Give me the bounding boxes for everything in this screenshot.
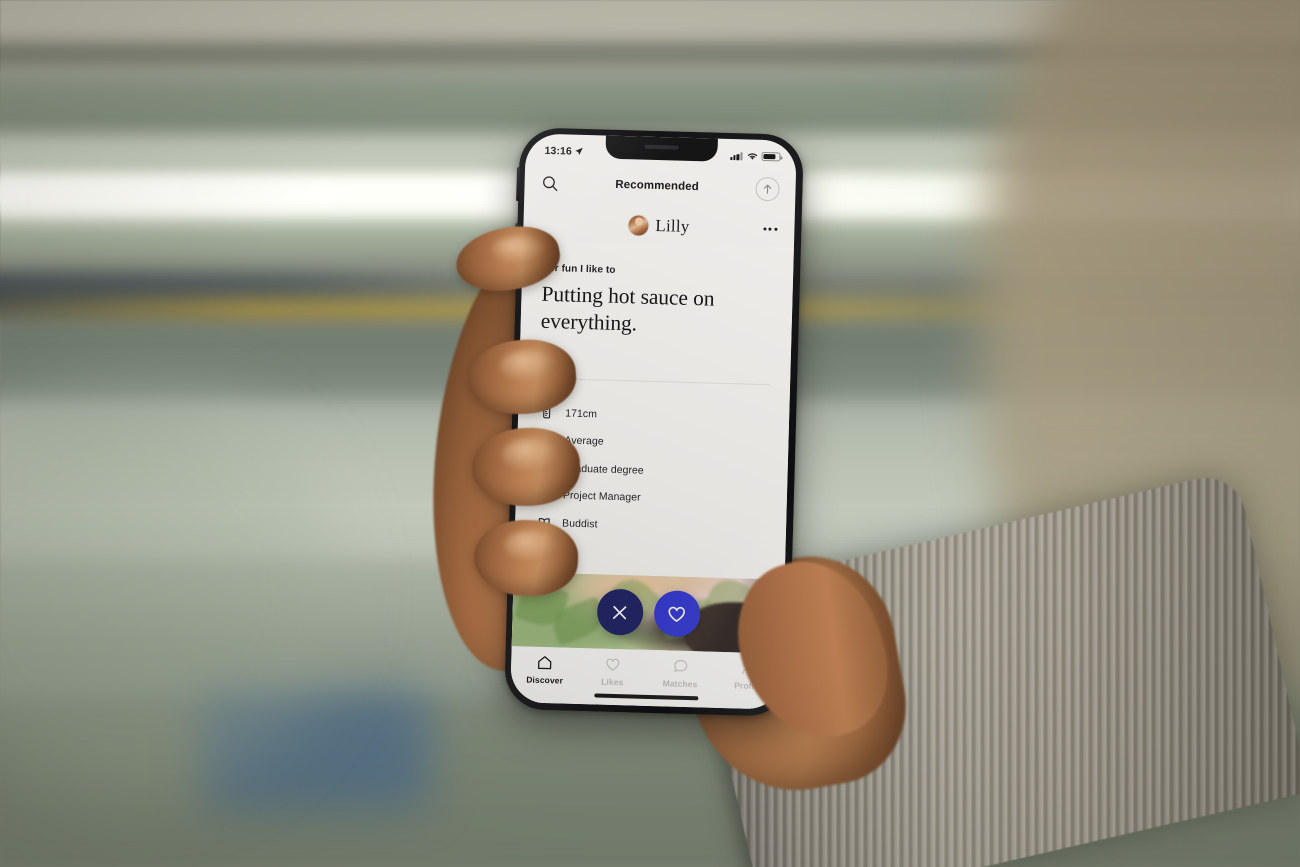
phone-notch <box>604 135 718 162</box>
earpiece-speaker <box>644 144 679 150</box>
cellular-signal-icon <box>730 151 743 161</box>
action-buttons <box>596 588 701 638</box>
avatar <box>628 215 649 236</box>
photograph-scene: 13:16 Recommended Lilly For fun I like t… <box>0 0 1300 867</box>
attribute-row-height: 171cm <box>539 405 769 426</box>
profile-name-row: Lilly <box>523 204 795 248</box>
finger-highlight <box>500 350 556 382</box>
home-icon <box>536 654 553 671</box>
status-bar-left: 13:16 <box>544 144 584 157</box>
finger-highlight <box>492 236 546 264</box>
attribute-row-job: Project Manager <box>537 488 767 509</box>
attribute-label: 171cm <box>565 407 598 421</box>
share-up-arrow-icon <box>763 184 772 194</box>
battery-icon <box>761 151 781 162</box>
attribute-row-religion: Buddist <box>536 515 766 536</box>
home-indicator[interactable] <box>593 693 698 701</box>
chat-bubble-icon <box>672 658 689 675</box>
tab-label: Likes <box>601 676 624 688</box>
status-bar-time: 13:16 <box>544 144 573 158</box>
tab-label: Matches <box>662 678 698 690</box>
tab-label: Discover <box>526 674 564 686</box>
prompt-answer: Putting hot sauce on everything. <box>540 281 715 336</box>
heart-icon <box>604 656 621 673</box>
page-title: Recommended <box>615 178 700 194</box>
prompt-label: For fun I like to <box>542 262 616 276</box>
close-x-icon <box>612 605 627 619</box>
app-bar: Recommended <box>524 160 796 212</box>
share-button[interactable] <box>755 176 780 202</box>
finger-highlight <box>502 438 558 472</box>
prompt-block: For fun I like to Putting hot sauce on e… <box>520 240 793 341</box>
more-options-icon <box>762 227 767 231</box>
tab-matches[interactable]: Matches <box>646 657 715 690</box>
attribute-label: Project Manager <box>562 489 641 504</box>
like-button[interactable] <box>653 590 701 638</box>
heart-icon <box>668 606 685 622</box>
finger-highlight <box>504 530 556 562</box>
search-button[interactable] <box>541 174 558 191</box>
attribute-label: Buddist <box>561 517 598 531</box>
status-bar-right <box>730 151 781 162</box>
location-arrow-icon <box>575 147 584 156</box>
profile-name: Lilly <box>655 215 690 236</box>
wifi-icon <box>747 153 757 160</box>
search-icon <box>543 175 558 191</box>
profile-identity[interactable]: Lilly <box>628 215 690 237</box>
more-options-button[interactable] <box>762 227 778 231</box>
pass-button[interactable] <box>596 588 644 636</box>
tab-discover[interactable]: Discover <box>511 653 580 686</box>
tab-likes[interactable]: Likes <box>578 655 647 688</box>
